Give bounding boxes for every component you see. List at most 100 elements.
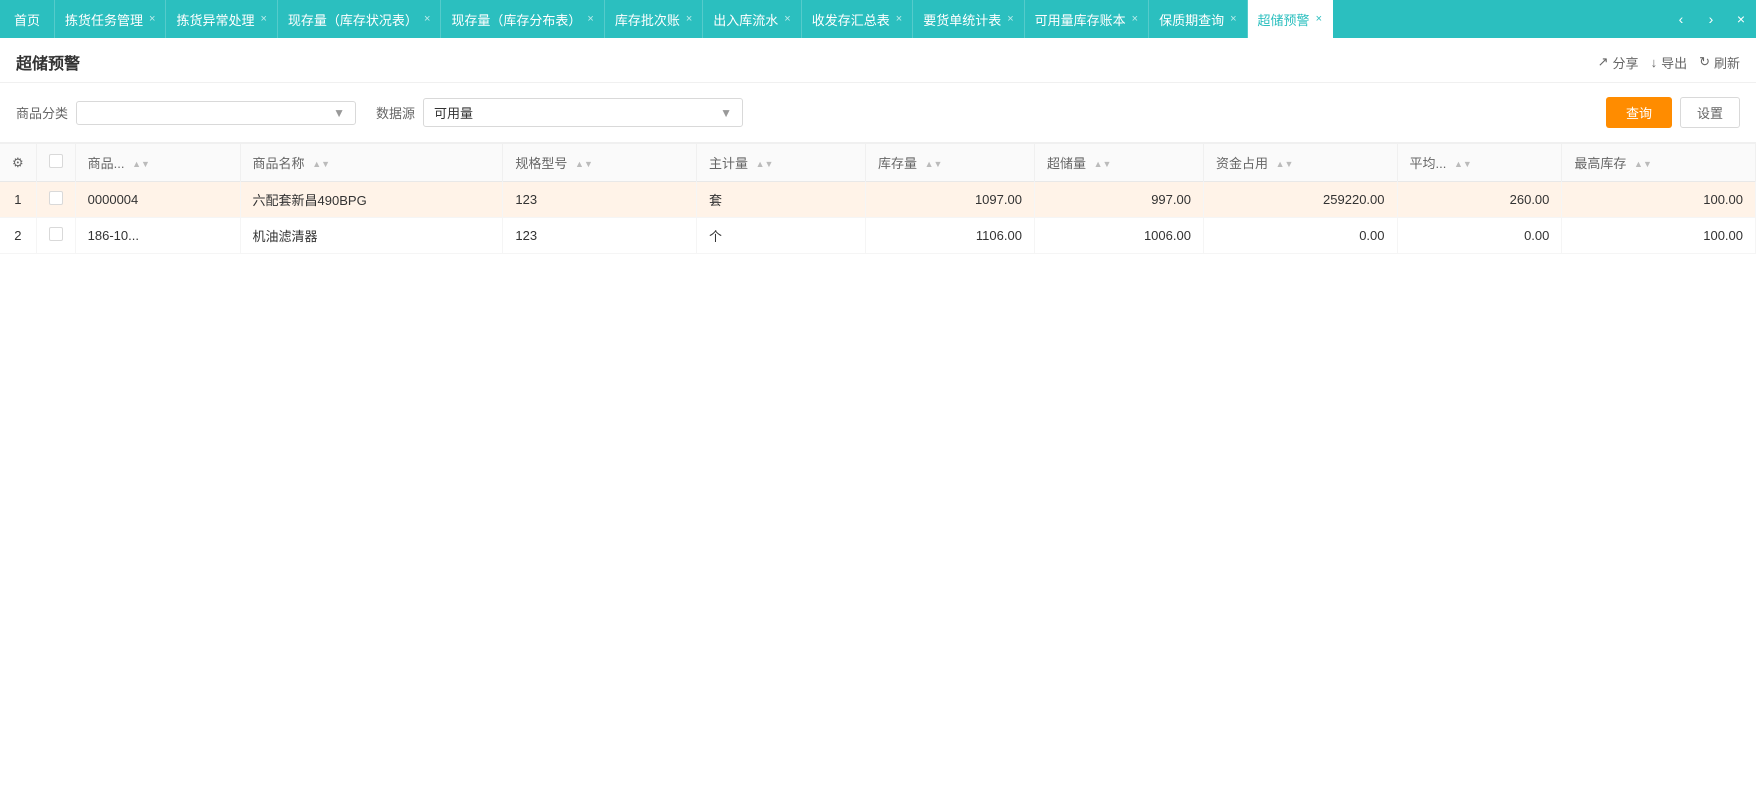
- sort-icon-5: ▲▼: [925, 160, 943, 169]
- checkbox-col-header[interactable]: [36, 144, 75, 182]
- refresh-label: 刷新: [1714, 53, 1740, 72]
- nav-tab-0[interactable]: 拣货任务管理 ×: [55, 0, 166, 38]
- table-container: ⚙ 商品... ▲▼ 商品名称 ▲▼ 规格型号 ▲▼: [0, 143, 1756, 254]
- row-avg-1: 0.00: [1397, 218, 1562, 254]
- tab-label-8: 可用量库存账本: [1035, 10, 1126, 29]
- datasource-arrow-icon: ▼: [720, 106, 732, 120]
- row-over-stock-1: 1006.00: [1034, 218, 1203, 254]
- settings-button[interactable]: 设置: [1680, 97, 1740, 128]
- settings-col-header[interactable]: ⚙: [0, 144, 36, 182]
- sort-icon-7: ▲▼: [1276, 160, 1294, 169]
- filter-bar: 商品分类 ▼ 数据源 可用量 ▼ 查询 设置: [0, 83, 1756, 143]
- tab-label-3: 现存量（库存分布表）: [451, 10, 581, 29]
- tab-close-3[interactable]: ×: [587, 13, 593, 25]
- row-avg-0: 260.00: [1397, 182, 1562, 218]
- nav-home[interactable]: 首页: [0, 0, 55, 38]
- header-checkbox[interactable]: [49, 154, 63, 168]
- datasource-value: 可用量: [434, 103, 473, 122]
- stock-col-header[interactable]: 库存量 ▲▼: [865, 144, 1034, 182]
- max-stock-col-label: 最高库存: [1574, 156, 1626, 171]
- nav-tab-1[interactable]: 拣货异常处理×: [166, 0, 277, 38]
- tab-close-7[interactable]: ×: [1007, 13, 1013, 25]
- stock-col-label: 库存量: [878, 156, 917, 171]
- tab-close-6[interactable]: ×: [896, 13, 902, 25]
- nav-arrow-left[interactable]: ‹: [1666, 0, 1696, 38]
- max-stock-col-header[interactable]: 最高库存 ▲▼: [1562, 144, 1756, 182]
- spec-col-header[interactable]: 规格型号 ▲▼: [503, 144, 697, 182]
- row-checkbox-0[interactable]: [49, 191, 63, 205]
- row-capital-0: 259220.00: [1203, 182, 1397, 218]
- share-icon: ↗: [1598, 54, 1609, 70]
- product-code-col-label: 商品...: [88, 156, 125, 171]
- capital-col-header[interactable]: 资金占用 ▲▼: [1203, 144, 1397, 182]
- tab-close-9[interactable]: ×: [1230, 13, 1236, 25]
- avg-col-header[interactable]: 平均... ▲▼: [1397, 144, 1562, 182]
- row-product-code-1: 186-10...: [75, 218, 240, 254]
- nav-tab-5[interactable]: 出入库流水 ×: [703, 0, 801, 38]
- nav-tab-6[interactable]: 收发存汇总表 ×: [802, 0, 913, 38]
- category-filter: 商品分类 ▼: [16, 101, 356, 125]
- sort-icon-8: ▲▼: [1454, 160, 1472, 169]
- nav-tab-9[interactable]: 保质期查询×: [1149, 0, 1247, 38]
- row-seq-1: 2: [0, 218, 36, 254]
- category-label: 商品分类: [16, 103, 68, 122]
- nav-tab-7[interactable]: 要货单统计表 ×: [913, 0, 1024, 38]
- refresh-icon: ↻: [1699, 54, 1710, 70]
- export-button[interactable]: ↓ 导出: [1651, 53, 1688, 72]
- tab-close-2[interactable]: ×: [424, 13, 430, 25]
- row-product-name-0: 六配套新昌490BPG: [240, 182, 503, 218]
- nav-arrows: ‹ › ×: [1666, 0, 1756, 38]
- category-select[interactable]: ▼: [76, 101, 356, 125]
- row-unit-1: 个: [696, 218, 865, 254]
- sort-icon-3: ▲▼: [575, 160, 593, 169]
- share-label: 分享: [1613, 53, 1639, 72]
- export-icon: ↓: [1651, 55, 1658, 70]
- category-arrow-icon: ▼: [333, 106, 345, 120]
- top-navigation: 首页 拣货任务管理×拣货异常处理×现存量（库存状况表）×现存量（库存分布表）×库…: [0, 0, 1756, 38]
- gear-icon: ⚙: [12, 155, 24, 170]
- datasource-select[interactable]: 可用量 ▼: [423, 98, 743, 127]
- product-name-col-label: 商品名称: [253, 156, 305, 171]
- unit-col-header[interactable]: 主计量 ▲▼: [696, 144, 865, 182]
- nav-tab-3[interactable]: 现存量（库存分布表） ×: [441, 0, 604, 38]
- header-actions: ↗ 分享 ↓ 导出 ↻ 刷新: [1598, 53, 1740, 72]
- row-checkbox-cell-0[interactable]: [36, 182, 75, 218]
- unit-col-label: 主计量: [709, 156, 748, 171]
- row-checkbox-cell-1[interactable]: [36, 218, 75, 254]
- tab-label-6: 收发存汇总表: [812, 10, 890, 29]
- row-stock-0: 1097.00: [865, 182, 1034, 218]
- filter-actions: 查询 设置: [1606, 97, 1740, 128]
- row-spec-1: 123: [503, 218, 697, 254]
- sort-icon-6: ▲▼: [1094, 160, 1112, 169]
- refresh-button[interactable]: ↻ 刷新: [1699, 53, 1740, 72]
- nav-tab-8[interactable]: 可用量库存账本 ×: [1025, 0, 1149, 38]
- row-checkbox-1[interactable]: [49, 227, 63, 241]
- over-stock-col-header[interactable]: 超储量 ▲▼: [1034, 144, 1203, 182]
- page-header: 超储预警 ↗ 分享 ↓ 导出 ↻ 刷新: [0, 38, 1756, 83]
- tab-close-1[interactable]: ×: [260, 13, 266, 25]
- query-button[interactable]: 查询: [1606, 97, 1672, 128]
- nav-tab-4[interactable]: 库存批次账×: [605, 0, 703, 38]
- row-over-stock-0: 997.00: [1034, 182, 1203, 218]
- nav-arrow-right[interactable]: ›: [1696, 0, 1726, 38]
- tab-close-0[interactable]: ×: [149, 13, 155, 25]
- row-unit-0: 套: [696, 182, 865, 218]
- tab-label-0: 拣货任务管理: [65, 10, 143, 29]
- product-code-col-header[interactable]: 商品... ▲▼: [75, 144, 240, 182]
- row-stock-1: 1106.00: [865, 218, 1034, 254]
- nav-tab-2[interactable]: 现存量（库存状况表）×: [278, 0, 441, 38]
- tab-close-4[interactable]: ×: [686, 13, 692, 25]
- tab-label-10: 超储预警: [1258, 10, 1310, 29]
- tab-label-7: 要货单统计表: [923, 10, 1001, 29]
- share-button[interactable]: ↗ 分享: [1598, 53, 1639, 72]
- tab-close-5[interactable]: ×: [784, 13, 790, 25]
- nav-tab-10[interactable]: 超储预警 ×: [1248, 0, 1333, 38]
- sort-icon: ▲▼: [132, 160, 150, 169]
- nav-arrow-close[interactable]: ×: [1726, 0, 1756, 38]
- table-row: 1 0000004 六配套新昌490BPG 123 套 1097.00 997.…: [0, 182, 1756, 218]
- tab-label-5: 出入库流水: [713, 10, 778, 29]
- tab-close-10[interactable]: ×: [1316, 13, 1322, 25]
- product-name-col-header[interactable]: 商品名称 ▲▼: [240, 144, 503, 182]
- page-title: 超储预警: [16, 50, 80, 74]
- tab-close-8[interactable]: ×: [1132, 13, 1138, 25]
